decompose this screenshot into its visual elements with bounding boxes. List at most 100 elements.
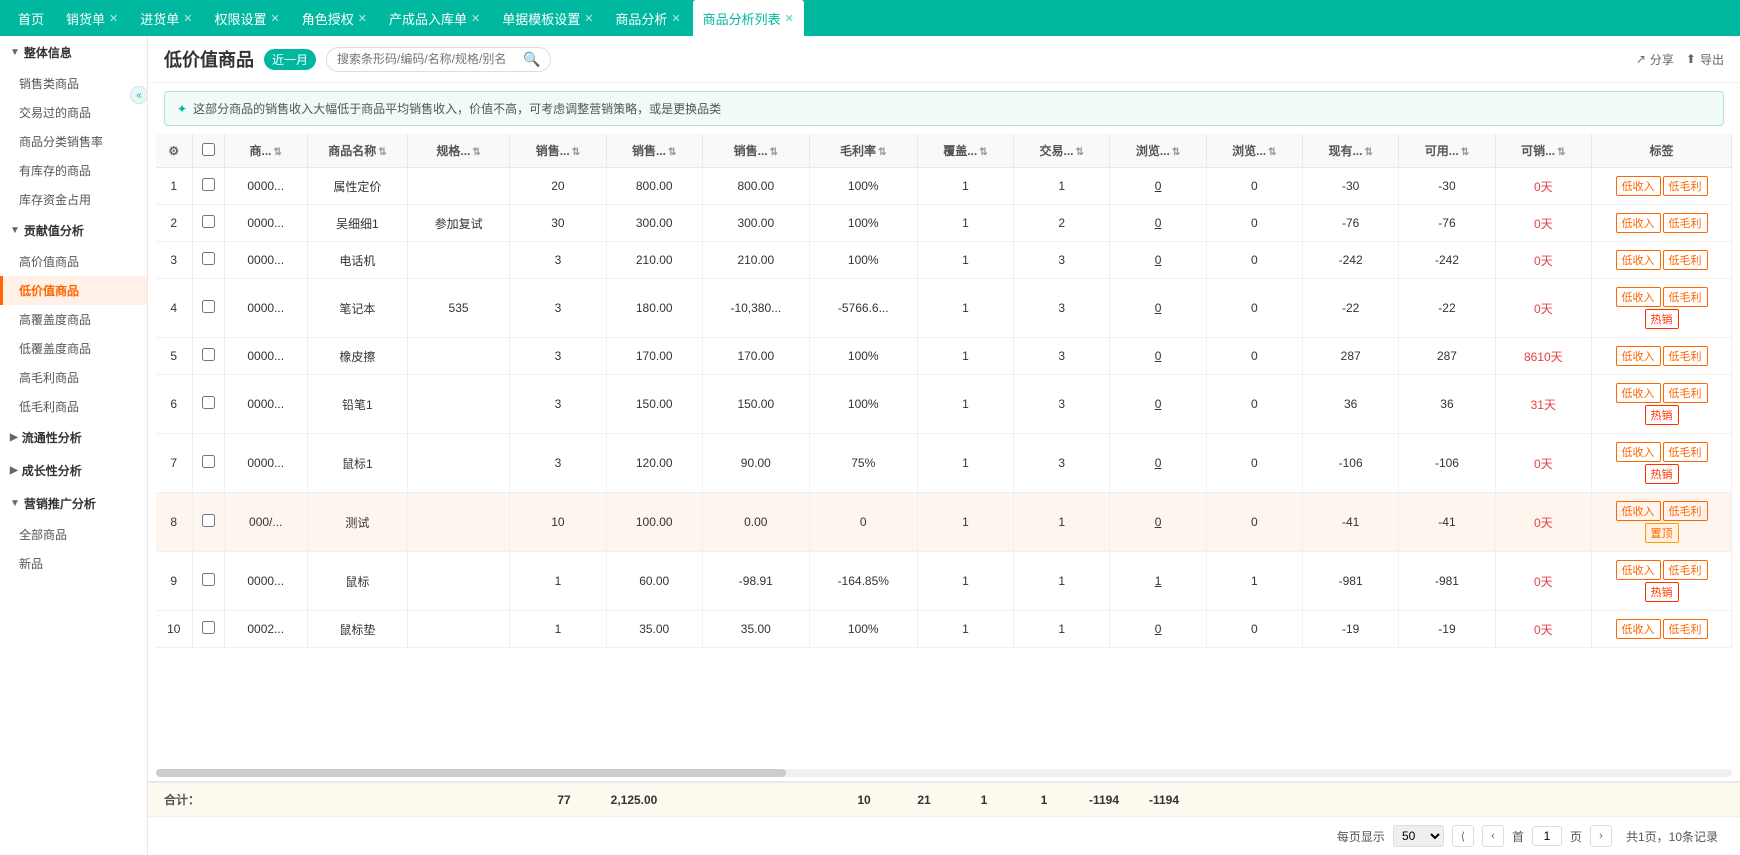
cell-browse1[interactable]: 0 (1110, 168, 1206, 205)
cell-browse1[interactable]: 0 (1110, 375, 1206, 434)
cell-browse1[interactable]: 0 (1110, 434, 1206, 493)
sidebar-item-high-coverage[interactable]: 高覆盖度商品 (0, 305, 147, 334)
nav-home[interactable]: 首页 (8, 0, 54, 36)
row-checkbox[interactable] (202, 348, 215, 361)
cell-checkbox[interactable] (192, 434, 224, 493)
nav-warehouse[interactable]: 产成品入库单 ✕ (379, 0, 490, 36)
sidebar-collapse-btn[interactable]: « (130, 86, 148, 104)
nav-close-product-analysis[interactable]: ✕ (671, 12, 680, 25)
row-checkbox[interactable] (202, 573, 215, 586)
browse-link[interactable]: 0 (1155, 515, 1162, 529)
sidebar-section-overview[interactable]: ▼ 整体信息 (0, 36, 147, 69)
cell-checkbox[interactable] (192, 242, 224, 279)
nav-close-purchase[interactable]: ✕ (183, 12, 192, 25)
sidebar-item-sales-products[interactable]: 销售类商品 (0, 69, 147, 98)
filter-tag[interactable]: 近一月 (264, 49, 316, 70)
browse-link[interactable]: 0 (1155, 216, 1162, 230)
cell-browse1[interactable]: 0 (1110, 242, 1206, 279)
browse-link[interactable]: 0 (1155, 397, 1162, 411)
nav-close-template[interactable]: ✕ (584, 12, 593, 25)
sidebar-item-low-margin[interactable]: 低毛利商品 (0, 392, 147, 421)
browse-link[interactable]: 0 (1155, 456, 1162, 470)
nav-roles[interactable]: 角色授权 ✕ (292, 0, 377, 36)
sidebar-item-stock-fund[interactable]: 库存资金占用 (0, 185, 147, 214)
cell-current: -76 (1303, 205, 1399, 242)
search-input[interactable] (337, 52, 517, 66)
cell-margin: 100% (809, 205, 917, 242)
top-nav: 首页 销货单 ✕ 进货单 ✕ 权限设置 ✕ 角色授权 ✕ 产成品入库单 ✕ 单据… (0, 0, 1740, 36)
cell-code: 0000... (224, 375, 307, 434)
export-button[interactable]: ⬆ 导出 (1686, 51, 1724, 68)
nav-product-analysis[interactable]: 商品分析 ✕ (605, 0, 690, 36)
sidebar-item-traded[interactable]: 交易过的商品 (0, 98, 147, 127)
sidebar-item-in-stock[interactable]: 有库存的商品 (0, 156, 147, 185)
nav-close-warehouse[interactable]: ✕ (471, 12, 480, 25)
cell-browse2: 0 (1206, 168, 1302, 205)
cell-browse1[interactable]: 0 (1110, 205, 1206, 242)
scrollbar-thumb[interactable] (156, 769, 786, 777)
nav-permissions[interactable]: 权限设置 ✕ (204, 0, 289, 36)
sidebar-section-growth[interactable]: ▶ 成长性分析 (0, 454, 147, 487)
browse-link[interactable]: 1 (1155, 574, 1162, 588)
cell-checkbox[interactable] (192, 338, 224, 375)
share-icon: ↗ (1636, 52, 1646, 66)
scrollbar-track[interactable] (156, 769, 1732, 777)
nav-close-sales[interactable]: ✕ (109, 12, 118, 25)
cell-checkbox[interactable] (192, 493, 224, 552)
prev-page-button[interactable]: ‹ (1482, 825, 1504, 847)
cell-browse1[interactable]: 0 (1110, 338, 1206, 375)
col-code: 商...⇅ (224, 134, 307, 168)
next-page-button[interactable]: › (1590, 825, 1612, 847)
sidebar-section-liquidity[interactable]: ▶ 流通性分析 (0, 421, 147, 454)
cell-browse2: 0 (1206, 611, 1302, 648)
cell-browse1[interactable]: 0 (1110, 493, 1206, 552)
browse-link[interactable]: 0 (1155, 253, 1162, 267)
row-checkbox[interactable] (202, 252, 215, 265)
browse-link[interactable]: 0 (1155, 622, 1162, 636)
browse-link[interactable]: 0 (1155, 349, 1162, 363)
settings-icon[interactable]: ⚙ (168, 144, 179, 158)
row-checkbox[interactable] (202, 514, 215, 527)
browse-link[interactable]: 0 (1155, 301, 1162, 315)
sidebar-item-low-value[interactable]: 低价值商品 (0, 276, 147, 305)
row-checkbox[interactable] (202, 455, 215, 468)
row-checkbox[interactable] (202, 178, 215, 191)
sidebar-item-category-rate[interactable]: 商品分类销售率 (0, 127, 147, 156)
cell-browse1[interactable]: 1 (1110, 552, 1206, 611)
row-checkbox[interactable] (202, 215, 215, 228)
browse-link[interactable]: 0 (1155, 179, 1162, 193)
cell-browse1[interactable]: 0 (1110, 611, 1206, 648)
cell-browse1[interactable]: 0 (1110, 279, 1206, 338)
cell-current: -981 (1303, 552, 1399, 611)
row-checkbox[interactable] (202, 300, 215, 313)
cell-checkbox[interactable] (192, 552, 224, 611)
nav-template[interactable]: 单据模板设置 ✕ (492, 0, 603, 36)
select-all-checkbox[interactable] (202, 143, 215, 156)
sidebar-item-new-products[interactable]: 新品 (0, 549, 147, 578)
row-checkbox[interactable] (202, 396, 215, 409)
sidebar-item-high-value[interactable]: 高价值商品 (0, 247, 147, 276)
col-settings[interactable]: ⚙ (156, 134, 192, 168)
cell-checkbox[interactable] (192, 168, 224, 205)
first-page-button[interactable]: ⟨ (1452, 825, 1474, 847)
sidebar-section-marketing[interactable]: ▼ 营销推广分析 (0, 487, 147, 520)
cell-checkbox[interactable] (192, 611, 224, 648)
row-checkbox[interactable] (202, 621, 215, 634)
sidebar-item-low-coverage[interactable]: 低覆盖度商品 (0, 334, 147, 363)
cell-checkbox[interactable] (192, 375, 224, 434)
nav-close-permissions[interactable]: ✕ (271, 12, 280, 25)
nav-close-product-list[interactable]: ✕ (785, 12, 794, 25)
cell-checkbox[interactable] (192, 205, 224, 242)
sidebar-item-all-products[interactable]: 全部商品 (0, 520, 147, 549)
nav-purchase[interactable]: 进货单 ✕ (130, 0, 202, 36)
sidebar-item-high-margin[interactable]: 高毛利商品 (0, 363, 147, 392)
share-button[interactable]: ↗ 分享 (1636, 51, 1674, 68)
nav-sales[interactable]: 销货单 ✕ (56, 0, 128, 36)
cell-checkbox[interactable] (192, 279, 224, 338)
per-page-select[interactable]: 50 100 200 (1393, 825, 1444, 847)
sidebar-section-contribution[interactable]: ▼ 贡献值分析 (0, 214, 147, 247)
search-icon[interactable]: 🔍 (523, 51, 540, 68)
nav-product-list[interactable]: 商品分析列表 ✕ (693, 0, 804, 36)
nav-close-roles[interactable]: ✕ (358, 12, 367, 25)
page-number-input[interactable] (1532, 826, 1562, 846)
